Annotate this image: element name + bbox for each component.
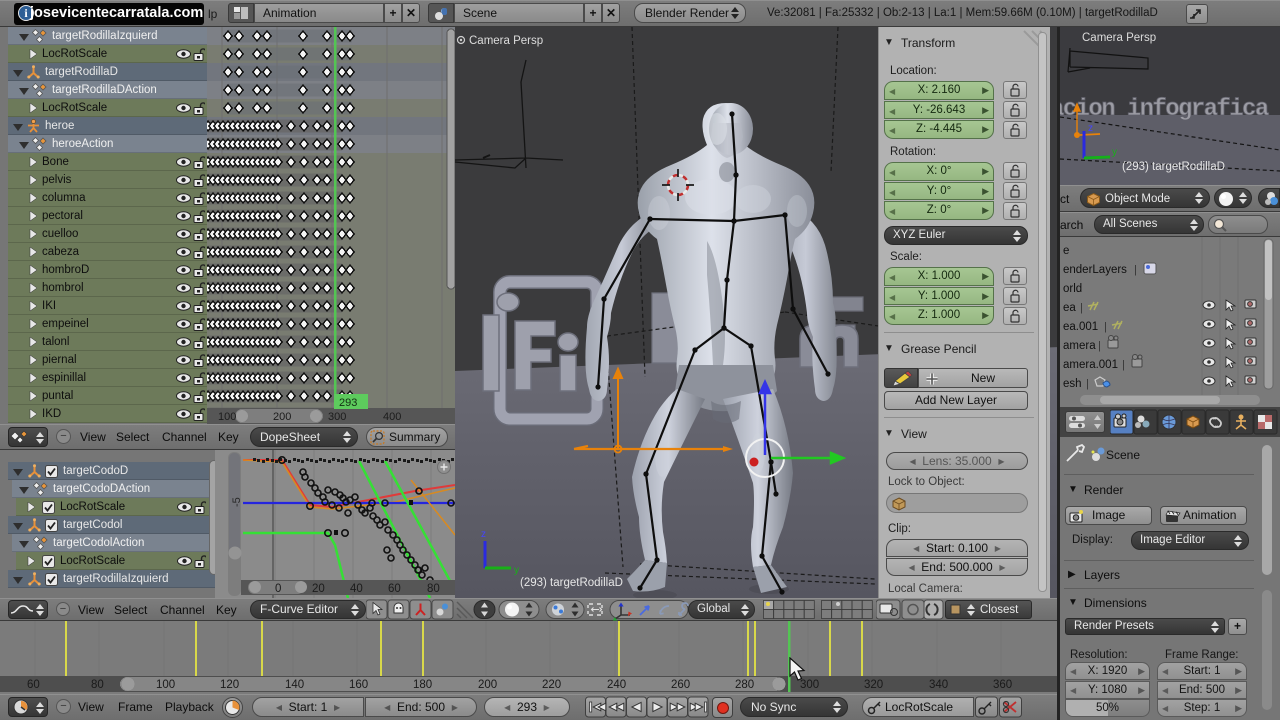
svg-text:z: z — [1088, 123, 1093, 134]
svg-text:ea: ea — [1063, 302, 1076, 314]
svg-text:360: 360 — [993, 679, 1012, 691]
svg-text:amera: amera — [1063, 340, 1096, 352]
svg-text:240: 240 — [607, 679, 626, 691]
svg-text:220: 220 — [542, 679, 561, 691]
svg-text:e: e — [1063, 245, 1069, 257]
svg-text:orld: orld — [1063, 283, 1082, 295]
svg-text:300: 300 — [328, 411, 346, 423]
svg-text:140: 140 — [285, 679, 304, 691]
svg-text:320: 320 — [864, 679, 883, 691]
svg-text:120: 120 — [220, 679, 239, 691]
svg-text:340: 340 — [929, 679, 948, 691]
svg-text:80: 80 — [91, 679, 104, 691]
svg-text:z: z — [481, 529, 486, 540]
svg-text:60: 60 — [388, 583, 401, 595]
svg-text:|: | — [1086, 378, 1089, 390]
svg-text:160: 160 — [349, 679, 368, 691]
svg-text:|: | — [1080, 302, 1083, 314]
svg-text:|: | — [1122, 359, 1125, 371]
svg-text:100: 100 — [218, 411, 236, 423]
svg-text:40: 40 — [350, 583, 363, 595]
svg-text:200: 200 — [273, 411, 291, 423]
svg-text:Camera Persp: Camera Persp — [1082, 32, 1156, 44]
svg-text:|: | — [1104, 321, 1107, 333]
svg-text:20: 20 — [312, 583, 325, 595]
svg-text:0: 0 — [275, 583, 281, 595]
svg-text:y: y — [1112, 147, 1117, 158]
svg-text:80: 80 — [427, 583, 440, 595]
svg-text:180: 180 — [413, 679, 432, 691]
svg-text:293: 293 — [339, 397, 357, 409]
svg-text:enderLayers: enderLayers — [1063, 264, 1127, 276]
svg-text:amera.001: amera.001 — [1063, 359, 1118, 371]
svg-text:ea.001: ea.001 — [1063, 321, 1098, 333]
svg-text:|: | — [1098, 340, 1101, 352]
svg-text:400: 400 — [383, 411, 401, 423]
svg-text:Camera Persp: Camera Persp — [469, 35, 543, 47]
svg-text:-5: -5 — [231, 497, 243, 507]
svg-text:(293) targetRodillaD: (293) targetRodillaD — [520, 577, 623, 589]
svg-text:260: 260 — [671, 679, 690, 691]
svg-text:acion infografica: acion infografica — [1060, 96, 1269, 123]
svg-text:60: 60 — [27, 679, 40, 691]
svg-text:280: 280 — [735, 679, 754, 691]
svg-text:200: 200 — [478, 679, 497, 691]
svg-text:y: y — [514, 565, 519, 576]
svg-text:100: 100 — [156, 679, 175, 691]
svg-text:esh: esh — [1063, 378, 1082, 390]
svg-text:|: | — [1134, 264, 1137, 276]
svg-text:(293) targetRodillaD: (293) targetRodillaD — [1122, 161, 1225, 173]
